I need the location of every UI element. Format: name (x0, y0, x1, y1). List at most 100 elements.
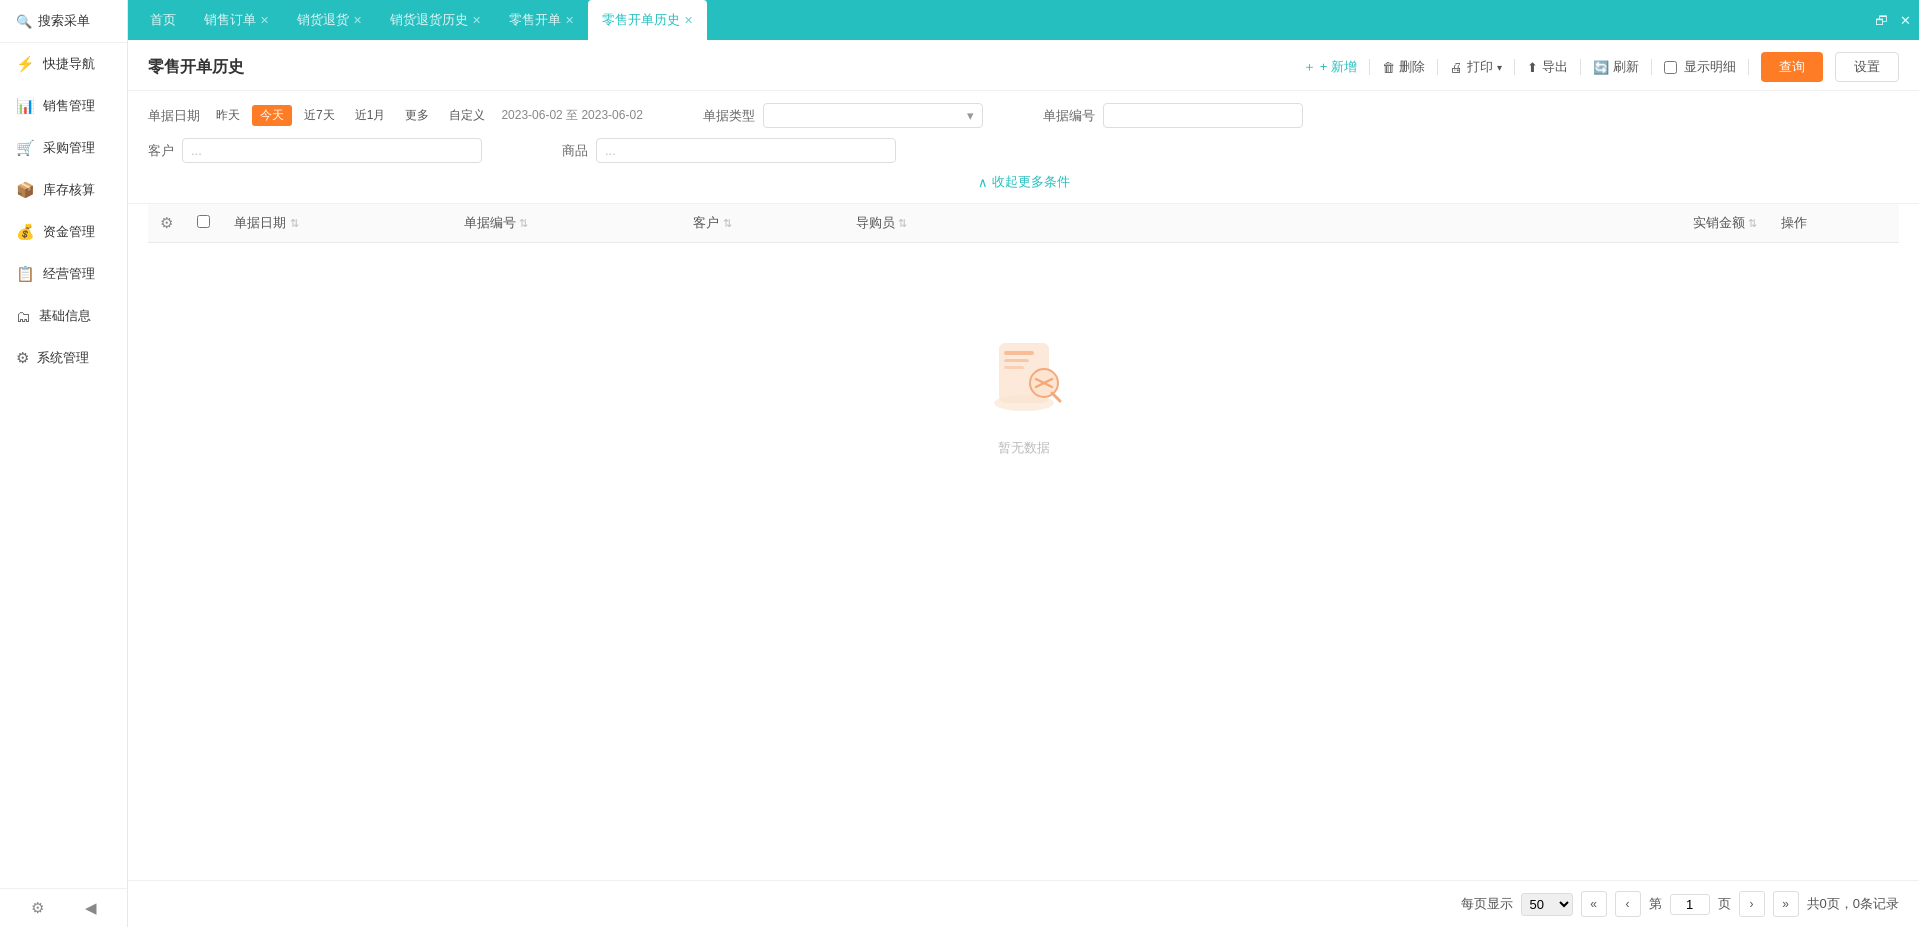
filter-area: 单据日期 昨天 今天 近7天 近1月 更多 自定义 2023-06-02 至 2… (128, 91, 1919, 204)
date-filter-label: 单据日期 (148, 107, 200, 125)
sidebar-item-sys-mgmt[interactable]: ⚙ 系统管理 (0, 337, 127, 379)
svg-rect-4 (1004, 366, 1024, 369)
table-settings-icon[interactable]: ⚙ (160, 214, 173, 231)
sidebar-item-finance-label: 资金管理 (43, 223, 95, 241)
sidebar-item-inventory-label: 库存核算 (43, 181, 95, 199)
order-no-label: 单据编号 (1043, 107, 1095, 125)
add-button[interactable]: ＋ + 新增 (1303, 58, 1357, 76)
page-input[interactable]: 1 (1670, 894, 1710, 915)
window-restore-btn[interactable]: 🗗 (1875, 13, 1888, 28)
date-range-text: 2023-06-02 至 2023-06-02 (501, 107, 642, 124)
filter-more-row: ∧ 收起更多条件 (148, 173, 1899, 191)
refresh-label: 刷新 (1613, 58, 1639, 76)
refresh-button[interactable]: 🔄 刷新 (1593, 58, 1639, 76)
delete-label: 删除 (1399, 58, 1425, 76)
sidebar-item-sales-mgmt[interactable]: 📊 销售管理 (0, 85, 127, 127)
pagination-area: 每页显示 50 20 100 « ‹ 第 1 页 › » 共0页，0条记录 (128, 880, 1919, 927)
col-guide-sort-icon: ⇅ (898, 217, 907, 229)
svg-line-8 (1052, 393, 1060, 401)
type-select[interactable]: ▾ (763, 103, 983, 128)
tab-sales-return-close[interactable]: ✕ (353, 14, 362, 27)
divider-4 (1580, 59, 1581, 75)
goods-select[interactable]: ... (596, 138, 896, 163)
date-btn-7days[interactable]: 近7天 (296, 105, 343, 126)
first-page-btn[interactable]: « (1581, 891, 1607, 917)
next-page-btn[interactable]: › (1739, 891, 1765, 917)
select-all-checkbox[interactable] (197, 215, 210, 228)
date-btn-yesterday[interactable]: 昨天 (208, 105, 248, 126)
quick-nav-icon: ⚡ (16, 55, 35, 73)
sidebar-item-inventory[interactable]: 📦 库存核算 (0, 169, 127, 211)
per-page-select[interactable]: 50 20 100 (1521, 893, 1573, 916)
table-col-no[interactable]: 单据编号 ⇅ (452, 204, 682, 243)
empty-state: 暂无数据 (148, 243, 1899, 537)
collapse-trigger[interactable]: ∧ 收起更多条件 (978, 173, 1070, 191)
tab-bar-right: 🗗 ✕ (1875, 13, 1911, 28)
goods-label: 商品 (562, 142, 588, 160)
tab-home[interactable]: 首页 (136, 0, 190, 40)
display-detail-button[interactable]: 显示明细 (1664, 58, 1736, 76)
delete-icon: 🗑 (1382, 60, 1395, 75)
table-col-customer[interactable]: 客户 ⇅ (681, 204, 843, 243)
divider-5 (1651, 59, 1652, 75)
tab-sales-return-history[interactable]: 销货退货历史 ✕ (376, 0, 495, 40)
display-detail-checkbox[interactable] (1664, 61, 1677, 74)
date-btn-more[interactable]: 更多 (397, 105, 437, 126)
sidebar-item-quick-nav[interactable]: ⚡ 快捷导航 (0, 43, 127, 85)
sidebar-item-purchase-mgmt[interactable]: 🛒 采购管理 (0, 127, 127, 169)
tab-retail-open-history-close[interactable]: ✕ (684, 14, 693, 27)
print-button[interactable]: 🖨 打印 ▾ (1450, 58, 1502, 76)
table-col-settings: ⚙ (148, 204, 185, 243)
table-header-row: ⚙ 单据日期 ⇅ 单据编号 ⇅ (148, 204, 1899, 243)
tab-retail-open-close[interactable]: ✕ (565, 14, 574, 27)
col-customer-sort-icon: ⇅ (723, 217, 732, 229)
settings-button[interactable]: 设置 (1835, 52, 1899, 82)
col-amount-label: 实销金额 (1693, 215, 1745, 230)
basic-info-icon: 🗂 (16, 308, 31, 325)
last-page-btn[interactable]: » (1773, 891, 1799, 917)
window-close-btn[interactable]: ✕ (1900, 13, 1911, 28)
tab-sales-return-history-label: 销货退货历史 (390, 11, 468, 29)
type-filter-label: 单据类型 (703, 107, 755, 125)
tab-sales-return-label: 销货退货 (297, 11, 349, 29)
filter-row-2: 客户 ... 商品 ... (148, 138, 1899, 163)
col-no-label: 单据编号 (464, 215, 516, 230)
sidebar-item-basic-info[interactable]: 🗂 基础信息 (0, 295, 127, 337)
col-action-label: 操作 (1781, 215, 1807, 230)
sidebar-item-finance[interactable]: 💰 资金管理 (0, 211, 127, 253)
svg-rect-3 (1004, 359, 1029, 362)
date-btn-custom[interactable]: 自定义 (441, 105, 493, 126)
customer-select[interactable]: ... (182, 138, 482, 163)
delete-button[interactable]: 🗑 删除 (1382, 58, 1425, 76)
sidebar-collapse-btn[interactable]: ◀ (85, 899, 97, 917)
table-col-date[interactable]: 单据日期 ⇅ (222, 204, 452, 243)
prev-page-btn[interactable]: ‹ (1615, 891, 1641, 917)
print-arrow-icon: ▾ (1497, 62, 1502, 73)
display-detail-label: 显示明细 (1684, 58, 1736, 76)
tab-sales-return[interactable]: 销货退货 ✕ (283, 0, 376, 40)
content-area: 零售开单历史 ＋ + 新增 🗑 删除 🖨 打印 ▾ (128, 40, 1919, 927)
query-button[interactable]: 查询 (1761, 52, 1823, 82)
export-button[interactable]: ⬆ 导出 (1527, 58, 1568, 76)
sidebar-settings-btn[interactable]: ⚙ (31, 899, 44, 917)
export-label: 导出 (1542, 58, 1568, 76)
sidebar-search-label: 搜索采单 (38, 12, 90, 30)
tab-sales-order[interactable]: 销售订单 ✕ (190, 0, 283, 40)
tab-sales-order-close[interactable]: ✕ (260, 14, 269, 27)
table-col-guide[interactable]: 导购员 ⇅ (844, 204, 1040, 243)
order-no-input[interactable] (1103, 103, 1303, 128)
divider-3 (1514, 59, 1515, 75)
pagination-summary: 共0页，0条记录 (1807, 895, 1899, 913)
date-btn-today[interactable]: 今天 (252, 105, 292, 126)
sidebar-search[interactable]: 🔍 搜索采单 (0, 0, 127, 43)
tab-sales-return-history-close[interactable]: ✕ (472, 14, 481, 27)
tab-retail-open[interactable]: 零售开单 ✕ (495, 0, 588, 40)
table-area: ⚙ 单据日期 ⇅ 单据编号 ⇅ (128, 204, 1919, 880)
sidebar-item-operations[interactable]: 📋 经营管理 (0, 253, 127, 295)
divider-1 (1369, 59, 1370, 75)
date-btn-1month[interactable]: 近1月 (347, 105, 394, 126)
divider-2 (1437, 59, 1438, 75)
tab-bar: 首页 销售订单 ✕ 销货退货 ✕ 销货退货历史 ✕ 零售开单 ✕ 零售开单历史 … (128, 0, 1919, 40)
tab-retail-open-history[interactable]: 零售开单历史 ✕ (588, 0, 707, 40)
table-col-amount[interactable]: 实销金额 ⇅ (1540, 204, 1770, 243)
